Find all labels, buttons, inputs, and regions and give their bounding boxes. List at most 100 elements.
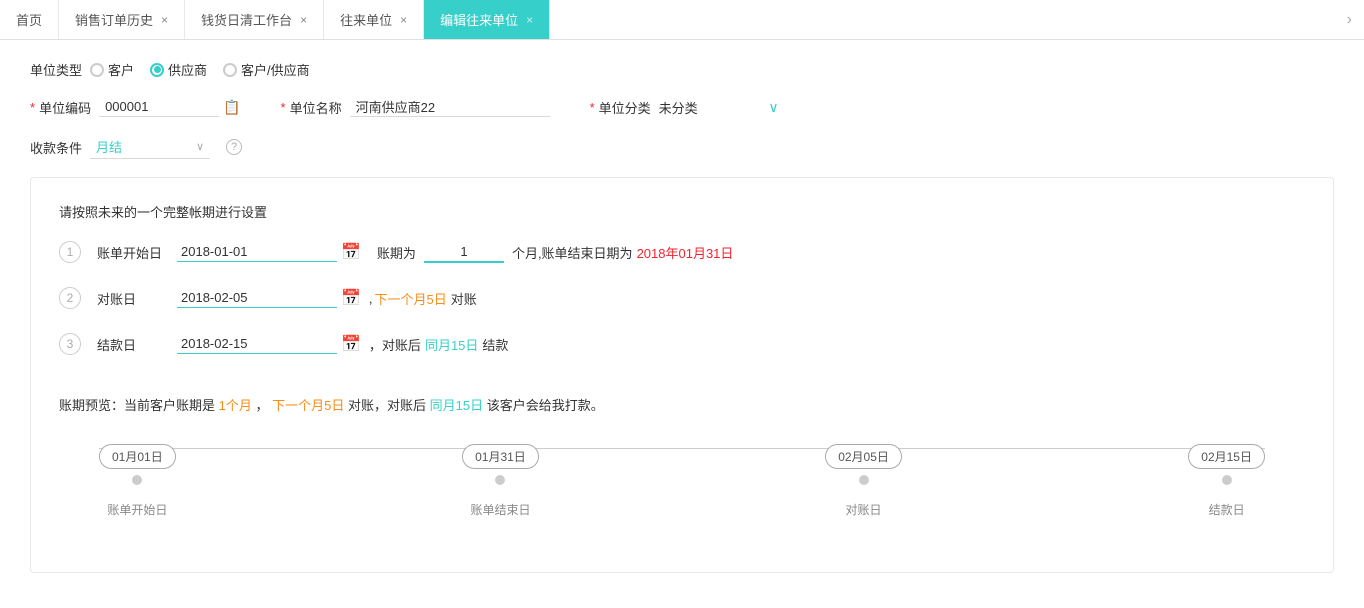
step2-calendar-icon[interactable]: 📅 bbox=[341, 288, 361, 308]
tab-sales-history-label: 销售订单历史 bbox=[75, 10, 153, 29]
timeline-badge-1: 01月31日 bbox=[462, 444, 539, 469]
timeline-label-2: 对账日 bbox=[846, 501, 882, 518]
timeline-label-3: 结款日 bbox=[1209, 501, 1245, 518]
unit-code-input[interactable] bbox=[99, 97, 219, 117]
step1-row: 1 账单开始日 📅 账期为 个月,账单结束日期为 2018年01月31日 bbox=[59, 241, 1305, 263]
timeline-node-3: 02月15日 结款日 bbox=[1188, 444, 1265, 518]
payment-terms-value: 月结 bbox=[96, 137, 192, 156]
preview-highlight2: 下一个月5日 bbox=[272, 398, 344, 413]
preview-suffix: 该客户会给我打款。 bbox=[487, 398, 604, 413]
timeline-dot-wrap-2: 02月05日 bbox=[825, 444, 902, 485]
unit-code-calendar-icon[interactable]: 📋 bbox=[223, 99, 240, 116]
radio-supplier-circle bbox=[150, 63, 164, 77]
step1-calendar-icon[interactable]: 📅 bbox=[341, 242, 361, 262]
tabs-bar: 首页 销售订单历史 × 钱货日清工作台 × 往来单位 × 编辑往来单位 × › bbox=[0, 0, 1364, 40]
unit-category-dropdown-icon: ∨ bbox=[768, 99, 778, 116]
payment-terms-select[interactable]: 月结 ∨ bbox=[90, 135, 210, 159]
tab-home-label: 首页 bbox=[16, 10, 42, 29]
tab-cashflow-label: 钱货日清工作台 bbox=[201, 10, 292, 29]
step3-suffix-pre: ，对账后 bbox=[369, 335, 421, 354]
tab-cashflow-close[interactable]: × bbox=[300, 13, 307, 27]
tab-partner-close[interactable]: × bbox=[400, 13, 407, 27]
preview-mid2: 对账，对账后 bbox=[348, 398, 426, 413]
step2-suffix-post: 对账 bbox=[451, 289, 477, 308]
tab-expand-icon: › bbox=[1347, 11, 1352, 28]
radio-supplier[interactable]: 供应商 bbox=[150, 60, 207, 79]
preview-highlight3: 同月15日 bbox=[430, 398, 483, 413]
unit-code-star: * bbox=[30, 100, 35, 115]
timeline-node-2: 02月05日 对账日 bbox=[825, 444, 902, 518]
step1-period-input[interactable] bbox=[424, 242, 504, 263]
step2-num: 2 bbox=[59, 287, 81, 309]
radio-customer-supplier[interactable]: 客户/供应商 bbox=[223, 60, 310, 79]
step3-num: 3 bbox=[59, 333, 81, 355]
unit-name-label: 单位名称 bbox=[290, 98, 342, 117]
tab-cashflow[interactable]: 钱货日清工作台 × bbox=[185, 0, 324, 39]
step2-row: 2 对账日 📅 , 下一个月5日 对账 bbox=[59, 287, 1305, 309]
tab-edit-partner[interactable]: 编辑往来单位 × bbox=[424, 0, 550, 39]
timeline-badge-3: 02月15日 bbox=[1188, 444, 1265, 469]
step3-suffix-post: 结款 bbox=[482, 335, 508, 354]
step1-end-date: 2018年01月31日 bbox=[637, 243, 734, 262]
timeline-dot-wrap-0: 01月01日 bbox=[99, 444, 176, 485]
payment-terms-arrow-icon: ∨ bbox=[196, 140, 204, 153]
radio-customer-label: 客户 bbox=[108, 60, 134, 79]
step2-date-input[interactable] bbox=[177, 288, 337, 308]
radio-customer-supplier-circle bbox=[223, 63, 237, 77]
timeline-dot-wrap-1: 01月31日 bbox=[462, 444, 539, 485]
step1-num: 1 bbox=[59, 241, 81, 263]
unit-category-select[interactable]: 未分类 ∨ bbox=[659, 98, 779, 117]
radio-supplier-label: 供应商 bbox=[168, 60, 207, 79]
unit-category-label: 单位分类 bbox=[599, 98, 651, 117]
radio-customer-supplier-label: 客户/供应商 bbox=[241, 60, 310, 79]
tab-sales-history[interactable]: 销售订单历史 × bbox=[59, 0, 185, 39]
radio-customer[interactable]: 客户 bbox=[90, 60, 134, 79]
tab-partner[interactable]: 往来单位 × bbox=[324, 0, 424, 39]
period-settings-section: 请按照未来的一个完整帐期进行设置 1 账单开始日 📅 账期为 个月,账单结束日期… bbox=[30, 177, 1334, 573]
timeline-dot-2 bbox=[859, 475, 869, 485]
tab-partner-label: 往来单位 bbox=[340, 10, 392, 29]
unit-type-row: 单位类型 客户 供应商 客户/供应商 bbox=[30, 60, 1334, 79]
timeline-badge-2: 02月05日 bbox=[825, 444, 902, 469]
step3-calendar-icon[interactable]: 📅 bbox=[341, 334, 361, 354]
unit-name-input[interactable] bbox=[350, 97, 550, 117]
step3-highlight: 同月15日 bbox=[425, 335, 478, 354]
timeline-dot-1 bbox=[495, 475, 505, 485]
payment-terms-label: 收款条件 bbox=[30, 138, 82, 157]
timeline-dot-wrap-3: 02月15日 bbox=[1188, 444, 1265, 485]
unit-category-star: * bbox=[590, 100, 595, 115]
tab-edit-partner-label: 编辑往来单位 bbox=[440, 10, 518, 29]
unit-name-group: * 单位名称 bbox=[281, 97, 550, 117]
step3-date-input[interactable] bbox=[177, 334, 337, 354]
step3-label: 结款日 bbox=[97, 335, 177, 354]
main-content: 单位类型 客户 供应商 客户/供应商 * 单位编码 📋 * 单位名称 bbox=[0, 40, 1364, 608]
step2-highlight: 下一个月5日 bbox=[375, 289, 447, 308]
step1-label: 账单开始日 bbox=[97, 243, 177, 262]
unit-code-group: * 单位编码 📋 bbox=[30, 97, 241, 117]
payment-terms-help-icon[interactable]: ? bbox=[226, 139, 242, 155]
timeline: 01月01日 账单开始日 01月31日 账单结束日 bbox=[59, 434, 1305, 548]
timeline-node-1: 01月31日 账单结束日 bbox=[462, 444, 539, 518]
timeline-node-0: 01月01日 账单开始日 bbox=[99, 444, 176, 518]
timeline-nodes: 01月01日 账单开始日 01月31日 账单结束日 bbox=[59, 444, 1305, 518]
timeline-label-0: 账单开始日 bbox=[107, 501, 167, 518]
tab-expand-button[interactable]: › bbox=[1335, 11, 1364, 29]
timeline-dot-0 bbox=[132, 475, 142, 485]
radio-customer-circle bbox=[90, 63, 104, 77]
tab-edit-partner-close[interactable]: × bbox=[526, 13, 533, 27]
timeline-dot-3 bbox=[1222, 475, 1232, 485]
unit-category-value: 未分类 bbox=[659, 98, 765, 117]
preview-prefix: 账期预览：当前客户账期是 bbox=[59, 398, 215, 413]
unit-category-group: * 单位分类 未分类 ∨ bbox=[590, 98, 779, 117]
step2-label: 对账日 bbox=[97, 289, 177, 308]
step1-period-suffix: 个月,账单结束日期为 bbox=[512, 243, 633, 262]
unit-type-radio-group: 客户 供应商 客户/供应商 bbox=[90, 60, 310, 79]
timeline-badge-0: 01月01日 bbox=[99, 444, 176, 469]
unit-name-star: * bbox=[281, 100, 286, 115]
step1-date-input[interactable] bbox=[177, 242, 337, 262]
tab-sales-history-close[interactable]: × bbox=[161, 13, 168, 27]
preview-text: 账期预览：当前客户账期是 1个月 ， 下一个月5日 对账，对账后 同月15日 该… bbox=[59, 379, 1305, 434]
tab-home[interactable]: 首页 bbox=[0, 0, 59, 39]
unit-info-row: * 单位编码 📋 * 单位名称 * 单位分类 未分类 ∨ bbox=[30, 97, 1334, 117]
unit-type-label: 单位类型 bbox=[30, 60, 82, 79]
